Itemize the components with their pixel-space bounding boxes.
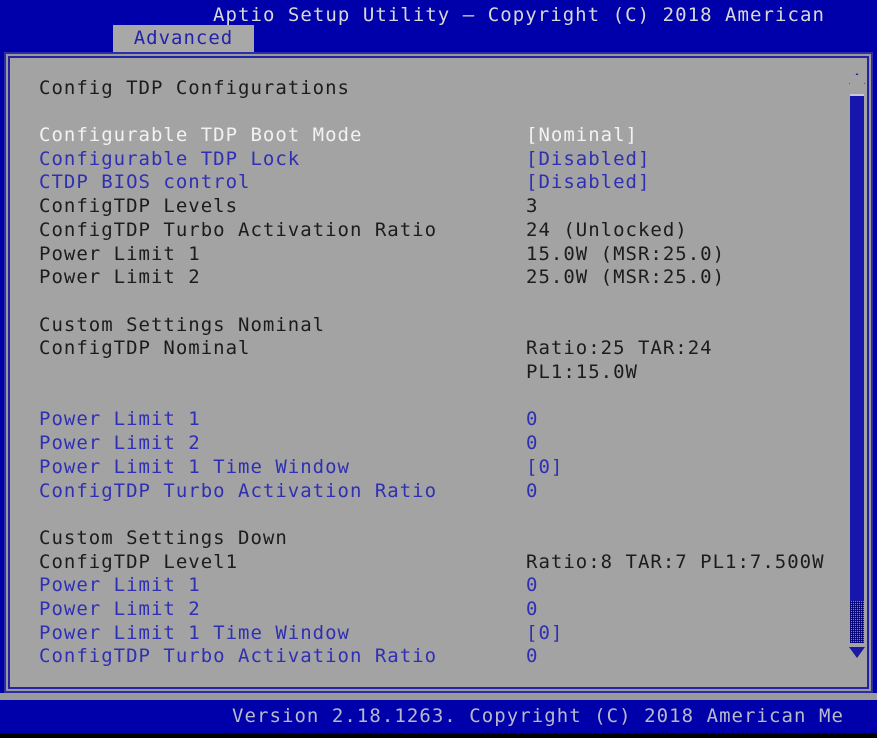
setting-label: Power Limit 1 [39, 242, 201, 265]
setting-label: Power Limit 1 [39, 574, 201, 597]
frame-bottom-gap [0, 693, 877, 700]
setting-label: Power Limit 1 Time Window [39, 621, 350, 644]
setting-row: Custom Settings Nominal [13, 314, 843, 338]
scroll-down-arrow-icon[interactable] [849, 647, 865, 658]
setting-row: Configurable TDP Boot Mode [Nominal] [13, 124, 843, 148]
setting-value[interactable]: [0] [526, 622, 563, 644]
setting-row: Power Limit 2 25.0W (MSR:25.0) [13, 266, 843, 290]
setting-row[interactable]: ConfigTDP Turbo Activation Ratio 0 [13, 645, 843, 669]
setting-row[interactable]: Power Limit 2 0 [13, 598, 843, 622]
setting-label: ConfigTDP Nominal [39, 337, 251, 360]
setting-value: Ratio:8 TAR:7 PL1:7.500W [526, 550, 825, 573]
setting-label: ConfigTDP Levels [39, 195, 239, 218]
settings-list: Config TDP Configurations Configurable TD… [13, 61, 843, 685]
setting-row: ConfigTDP Nominal Ratio:25 TAR:24 [13, 337, 843, 361]
setting-label: ConfigTDP Level1 [39, 550, 239, 573]
setting-row[interactable]: CTDP BIOS control [Disabled] [13, 171, 843, 195]
page-title-text: Aptio Setup Utility – Copyright (C) 2018… [213, 4, 825, 26]
setting-value: PL1:15.0W [526, 361, 638, 383]
screen-bottom-edge [0, 733, 877, 738]
setting-row-continuation: PL1:15.0W [13, 361, 843, 385]
setting-row[interactable]: ConfigTDP Turbo Activation Ratio 0 [13, 480, 843, 504]
vertical-scrollbar[interactable] [846, 61, 868, 685]
setting-value: Ratio:25 TAR:24 [526, 337, 713, 360]
tab-advanced[interactable]: Advanced [113, 25, 254, 52]
setting-label: Power Limit 2 [39, 432, 201, 455]
scrollbar-thumb[interactable] [850, 94, 864, 603]
setting-value[interactable]: 0 [526, 480, 538, 502]
setting-value[interactable]: 0 [526, 645, 538, 667]
setting-label: Configurable TDP Boot Mode [39, 124, 363, 146]
setting-label: Custom Settings Down [39, 526, 288, 549]
setting-row: ConfigTDP Levels 3 [13, 195, 843, 219]
setting-value: [Nominal] [526, 124, 638, 146]
status-bar: Version 2.18.1263. Copyright (C) 2018 Am… [0, 700, 877, 733]
setting-row: ConfigTDP Level1 Ratio:8 TAR:7 PL1:7.500W [13, 551, 843, 575]
setting-value[interactable]: [Disabled] [526, 171, 650, 193]
setting-row: Power Limit 1 15.0W (MSR:25.0) [13, 243, 843, 267]
setting-label: Custom Settings Nominal [39, 313, 326, 336]
setting-value: 25.0W (MSR:25.0) [526, 266, 726, 289]
setting-value[interactable]: 0 [526, 408, 538, 430]
setting-value[interactable]: [0] [526, 456, 563, 478]
setting-value[interactable]: [Disabled] [526, 148, 650, 170]
setting-label: ConfigTDP Turbo Activation Ratio [39, 645, 438, 668]
setting-label: Power Limit 1 Time Window [39, 455, 350, 478]
section-title: Config TDP Configurations [39, 77, 350, 99]
menu-tab-bar: Advanced [0, 25, 877, 52]
setting-row: ConfigTDP Turbo Activation Ratio 24 (Unlo… [13, 219, 843, 243]
setting-row[interactable]: Power Limit 1 0 [13, 408, 843, 432]
setting-value: 15.0W (MSR:25.0) [526, 242, 726, 265]
scrollbar-track-dither[interactable] [850, 601, 864, 643]
setting-label: Configurable TDP Lock [39, 147, 301, 170]
setting-label: ConfigTDP Turbo Activation Ratio [39, 479, 438, 502]
section-title-row: Config TDP Configurations [13, 77, 843, 101]
setting-row: Custom Settings Down [13, 527, 843, 551]
version-copyright-text: Version 2.18.1263. Copyright (C) 2018 Am… [232, 705, 844, 727]
setting-value[interactable]: 0 [526, 574, 538, 596]
settings-panel: Config TDP Configurations Configurable TD… [13, 61, 864, 685]
setting-row[interactable]: Power Limit 1 Time Window [0] [13, 622, 843, 646]
setting-row[interactable]: Power Limit 1 Time Window [0] [13, 456, 843, 480]
setting-value: 24 (Unlocked) [526, 218, 688, 241]
setting-label: Power Limit 2 [39, 598, 201, 620]
setting-row[interactable]: Power Limit 1 0 [13, 574, 843, 598]
setting-row[interactable]: Configurable TDP Lock [Disabled] [13, 148, 843, 172]
setting-value: 3 [526, 195, 539, 218]
bios-screen: Aptio Setup Utility – Copyright (C) 2018… [0, 0, 877, 738]
setting-label: ConfigTDP Turbo Activation Ratio [39, 218, 438, 241]
setting-label: Power Limit 2 [39, 266, 201, 289]
setting-value[interactable]: 0 [526, 432, 538, 454]
setting-label: Power Limit 1 [39, 408, 201, 431]
setting-label: CTDP BIOS control [39, 171, 251, 194]
setting-row[interactable]: Power Limit 2 0 [13, 432, 843, 456]
setting-value[interactable]: 0 [526, 598, 538, 620]
